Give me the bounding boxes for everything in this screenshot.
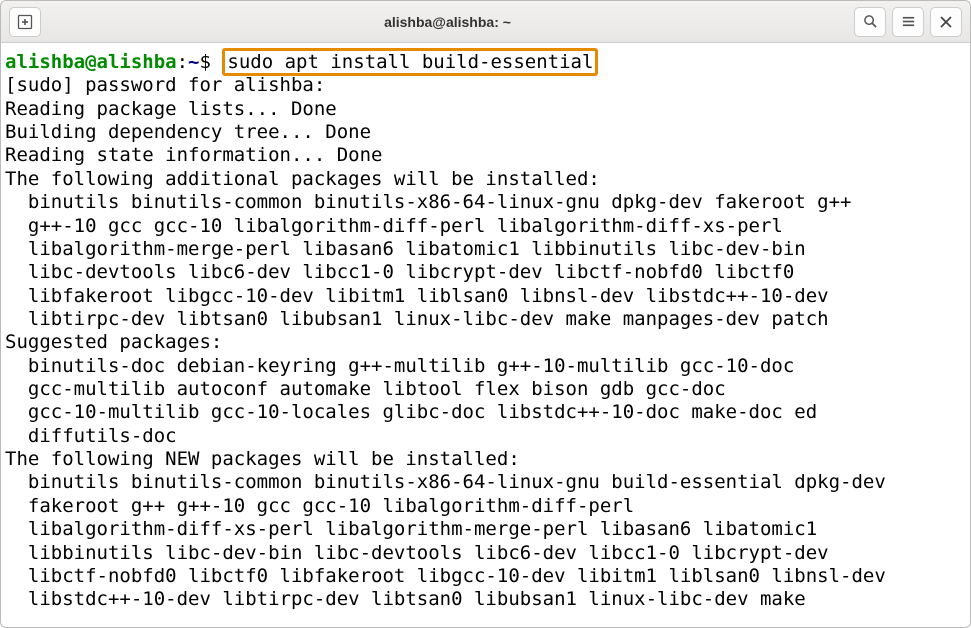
output-line: [sudo] password for alishba: <box>5 74 325 96</box>
output-line: Suggested packages: <box>5 331 222 353</box>
output-line: gcc-multilib autoconf automake libtool f… <box>5 378 726 400</box>
output-line: binutils binutils-common binutils-x86-64… <box>5 471 886 493</box>
new-tab-button[interactable] <box>9 7 41 37</box>
output-line: gcc-10-multilib gcc-10-locales glibc-doc… <box>5 401 817 423</box>
output-line: libc-devtools libc6-dev libcc1-0 libcryp… <box>5 261 794 283</box>
output-line: libfakeroot libgcc-10-dev libitm1 liblsa… <box>5 285 829 307</box>
window-title: alishba@alishba: ~ <box>41 14 854 30</box>
new-tab-icon <box>17 14 33 30</box>
prompt-colon: : <box>177 51 188 73</box>
output-line: Reading package lists... Done <box>5 98 337 120</box>
titlebar: alishba@alishba: ~ <box>1 1 970 43</box>
terminal-content[interactable]: alishba@alishba:~$ sudo apt install buil… <box>1 43 970 627</box>
prompt-dollar: $ <box>200 51 223 73</box>
output-line: libalgorithm-diff-xs-perl libalgorithm-m… <box>5 518 817 540</box>
output-line: libctf-nobfd0 libctf0 libfakeroot libgcc… <box>5 565 886 587</box>
menu-icon <box>901 14 916 29</box>
output-line: The following NEW packages will be insta… <box>5 448 520 470</box>
prompt-path: ~ <box>188 51 199 73</box>
terminal-window: alishba@alishba: ~ alishba@alishba:~$ su… <box>0 0 971 628</box>
output-line: binutils-doc debian-keyring g++-multilib… <box>5 355 794 377</box>
output-line: libtirpc-dev libtsan0 libubsan1 linux-li… <box>5 308 829 330</box>
search-button[interactable] <box>854 7 886 37</box>
close-button[interactable] <box>930 7 962 37</box>
prompt-user-host: alishba@alishba <box>5 51 177 73</box>
output-line: Building dependency tree... Done <box>5 121 371 143</box>
menu-button[interactable] <box>892 7 924 37</box>
output-line: libalgorithm-merge-perl libasan6 libatom… <box>5 238 806 260</box>
search-icon <box>863 14 878 29</box>
output-line: libstdc++-10-dev libtirpc-dev libtsan0 l… <box>5 588 806 610</box>
output-line: The following additional packages will b… <box>5 168 600 190</box>
highlighted-command: sudo apt install build-essential <box>222 48 598 76</box>
output-line: g++-10 gcc gcc-10 libalgorithm-diff-perl… <box>5 215 783 237</box>
output-line: binutils binutils-common binutils-x86-64… <box>5 191 851 213</box>
close-icon <box>940 16 952 28</box>
output-line: libbinutils libc-dev-bin libc-devtools l… <box>5 542 829 564</box>
output-line: Reading state information... Done <box>5 144 383 166</box>
output-line: diffutils-doc <box>5 425 177 447</box>
output-line: fakeroot g++ g++-10 gcc gcc-10 libalgori… <box>5 495 634 517</box>
